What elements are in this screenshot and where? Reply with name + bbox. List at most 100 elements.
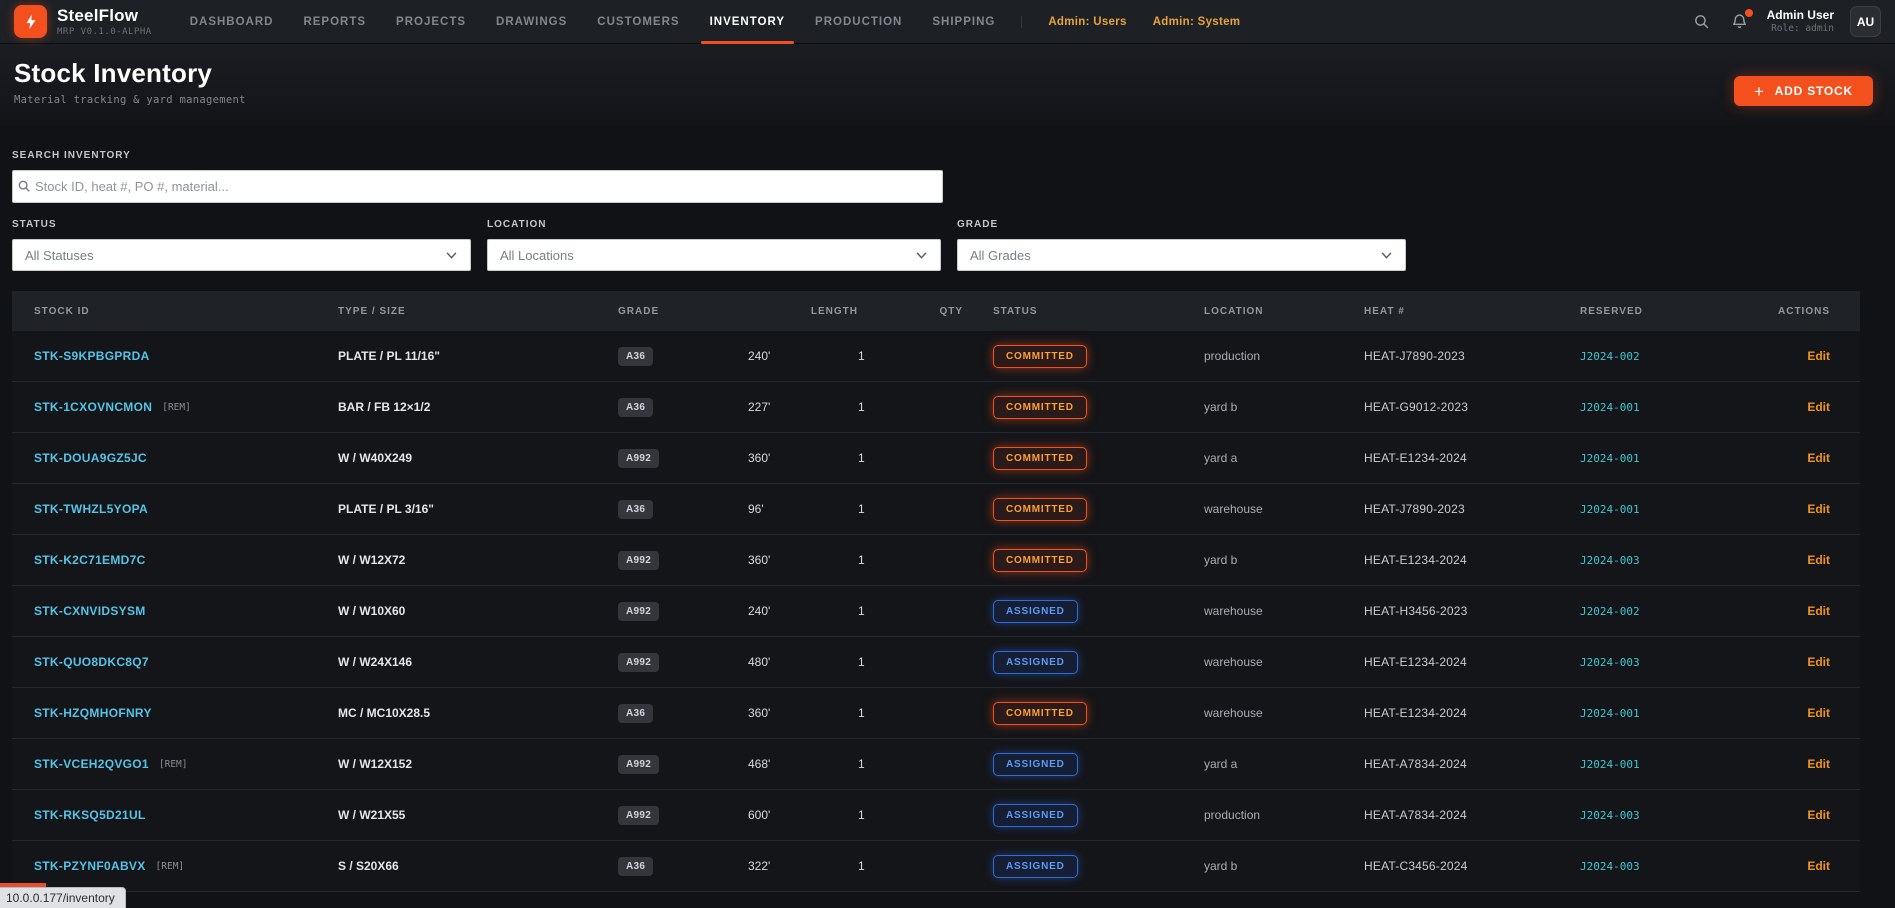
nav-item-production[interactable]: PRODUCTION xyxy=(815,0,902,44)
stock-id-link[interactable]: STK-PZYNF0ABVX xyxy=(34,859,146,873)
top-nav: SteelFlow MRP V0.1.0-ALPHA DASHBOARD REPO… xyxy=(0,0,1895,44)
stock-id-link[interactable]: STK-RKSQ5D21UL xyxy=(34,808,146,822)
type-size: PLATE / PL 11/16" xyxy=(338,349,440,363)
edit-button[interactable]: Edit xyxy=(1807,859,1830,873)
col-actions: ACTIONS xyxy=(1778,305,1830,317)
status-badge: ASSIGNED xyxy=(993,650,1078,674)
browser-status-url: 10.0.0.177/inventory xyxy=(0,887,126,908)
location-value: yard b xyxy=(1204,553,1238,567)
heat-number: HEAT-C3456-2024 xyxy=(1364,859,1468,873)
rem-tag: [REM] xyxy=(162,401,191,413)
length-value: 360' xyxy=(748,451,771,465)
length-value: 227' xyxy=(748,400,771,414)
nav-item-shipping[interactable]: SHIPPING xyxy=(932,0,995,44)
nav-item-admin-users[interactable]: Admin: Users xyxy=(1048,16,1126,28)
length-value: 240' xyxy=(748,349,771,363)
nav-item-drawings[interactable]: DRAWINGS xyxy=(496,0,567,44)
location-value: warehouse xyxy=(1204,655,1263,669)
stock-id-link[interactable]: STK-TWHZL5YOPA xyxy=(34,502,148,516)
col-grade: GRADE xyxy=(618,305,660,317)
chevron-down-icon xyxy=(916,252,927,259)
nav-item-inventory[interactable]: INVENTORY xyxy=(700,0,795,44)
status-badge: COMMITTED xyxy=(993,446,1087,470)
edit-button[interactable]: Edit xyxy=(1807,706,1830,720)
nav-item-dashboard[interactable]: DASHBOARD xyxy=(190,0,274,44)
notification-dot xyxy=(1744,8,1753,17)
stock-id-link[interactable]: STK-DOUA9GZ5JC xyxy=(34,451,147,465)
stock-id-link[interactable]: STK-1CXOVNCMON xyxy=(34,400,152,414)
stock-id-link[interactable]: STK-QUO8DKC8Q7 xyxy=(34,655,149,669)
location-value: yard a xyxy=(1204,451,1238,465)
app-title: SteelFlow xyxy=(57,6,139,25)
length-value: 322' xyxy=(748,859,771,873)
col-heat: HEAT # xyxy=(1364,305,1405,317)
bell-icon[interactable] xyxy=(1729,8,1753,33)
search-input[interactable] xyxy=(12,170,943,203)
status-filter-select[interactable]: All Statuses xyxy=(12,239,471,271)
length-value: 360' xyxy=(748,706,771,720)
search-icon[interactable] xyxy=(1691,11,1713,33)
brand[interactable]: SteelFlow MRP V0.1.0-ALPHA xyxy=(14,5,152,38)
status-badge: ASSIGNED xyxy=(993,599,1078,623)
reserved-job: J2024-001 xyxy=(1580,757,1640,771)
status-badge: ASSIGNED xyxy=(993,854,1078,878)
nav-item-customers[interactable]: CUSTOMERS xyxy=(597,0,679,44)
reserved-job: J2024-001 xyxy=(1580,451,1640,465)
location-filter-label: LOCATION xyxy=(487,219,547,230)
qty-value: 1 xyxy=(858,859,865,873)
table-body: STK-S9KPBGPRDA PLATE / PL 11/16" A36 240… xyxy=(12,331,1860,892)
stock-id-link[interactable]: STK-S9KPBGPRDA xyxy=(34,349,150,363)
grade-badge: A36 xyxy=(618,704,654,723)
nav-item-admin-system[interactable]: Admin: System xyxy=(1153,16,1241,28)
grade-badge: A992 xyxy=(618,653,660,672)
location-value: yard a xyxy=(1204,757,1238,771)
grade-badge: A992 xyxy=(618,806,660,825)
table-row: STK-S9KPBGPRDA PLATE / PL 11/16" A36 240… xyxy=(12,331,1860,382)
grade-filter-select[interactable]: All Grades xyxy=(957,239,1406,271)
nav-item-reports[interactable]: REPORTS xyxy=(303,0,366,44)
heat-number: HEAT-J7890-2023 xyxy=(1364,349,1465,363)
page-title: Stock Inventory xyxy=(14,58,213,88)
grade-badge: A36 xyxy=(618,500,654,519)
table-row: STK-VCEH2QVGO1 [REM] W / W12X152 A992 46… xyxy=(12,739,1860,790)
admin-links: Admin: Users Admin: System xyxy=(1021,15,1241,28)
table-row: STK-PZYNF0ABVX [REM] S / S20X66 A36 322'… xyxy=(12,841,1860,892)
length-value: 240' xyxy=(748,604,771,618)
reserved-job: J2024-003 xyxy=(1580,808,1640,822)
stock-id-link[interactable]: STK-HZQMHOFNRY xyxy=(34,706,152,720)
table-row: STK-1CXOVNCMON [REM] BAR / FB 12×1/2 A36… xyxy=(12,382,1860,433)
nav-item-projects[interactable]: PROJECTS xyxy=(396,0,466,44)
logo xyxy=(14,5,47,38)
edit-button[interactable]: Edit xyxy=(1807,553,1830,567)
user-name: Admin User xyxy=(1766,8,1834,23)
table-row: STK-TWHZL5YOPA PLATE / PL 3/16" A36 96' … xyxy=(12,484,1860,535)
reserved-job: J2024-003 xyxy=(1580,655,1640,669)
edit-button[interactable]: Edit xyxy=(1807,400,1830,414)
grade-badge: A36 xyxy=(618,857,654,876)
qty-value: 1 xyxy=(858,604,865,618)
stock-id-link[interactable]: STK-CXNVIDSYSM xyxy=(34,604,146,618)
type-size: W / W24X146 xyxy=(338,655,413,669)
table-row: STK-RKSQ5D21UL W / W21X55 A992 600' 1 AS… xyxy=(12,790,1860,841)
location-value: yard b xyxy=(1204,859,1238,873)
edit-button[interactable]: Edit xyxy=(1807,604,1830,618)
heat-number: HEAT-A7834-2024 xyxy=(1364,808,1467,822)
location-value: warehouse xyxy=(1204,706,1263,720)
location-filter-select[interactable]: All Locations xyxy=(487,239,941,271)
edit-button[interactable]: Edit xyxy=(1807,757,1830,771)
stock-id-link[interactable]: STK-VCEH2QVGO1 xyxy=(34,757,149,771)
heat-number: HEAT-J7890-2023 xyxy=(1364,502,1465,516)
edit-button[interactable]: Edit xyxy=(1807,451,1830,465)
edit-button[interactable]: Edit xyxy=(1807,655,1830,669)
add-stock-button[interactable]: + ADD STOCK xyxy=(1733,76,1873,106)
edit-button[interactable]: Edit xyxy=(1807,349,1830,363)
col-status: STATUS xyxy=(993,305,1038,317)
rem-tag: [REM] xyxy=(155,860,185,872)
table-row: STK-K2C71EMD7C W / W12X72 A992 360' 1 CO… xyxy=(12,535,1860,586)
edit-button[interactable]: Edit xyxy=(1807,502,1830,516)
avatar[interactable]: AU xyxy=(1850,6,1881,37)
chevron-down-icon xyxy=(1381,252,1392,259)
edit-button[interactable]: Edit xyxy=(1807,808,1830,822)
stock-id-link[interactable]: STK-K2C71EMD7C xyxy=(34,553,146,567)
reserved-job: J2024-003 xyxy=(1580,859,1640,873)
